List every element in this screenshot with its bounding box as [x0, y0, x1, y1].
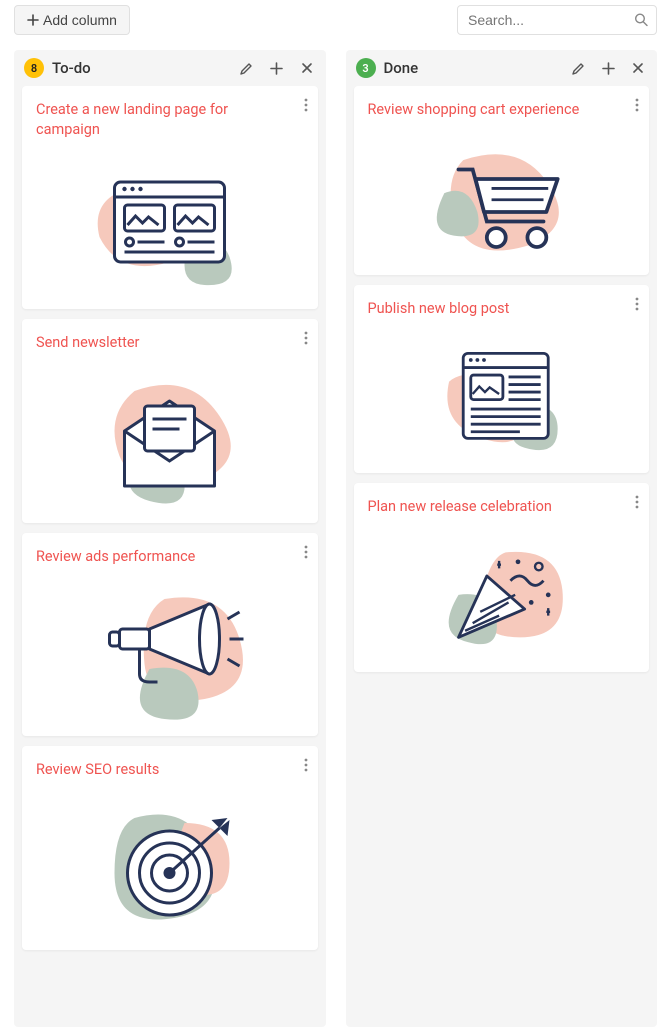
column-title: To-do [52, 59, 230, 77]
edit-column-icon[interactable] [238, 59, 256, 77]
card-title: Review shopping cart experience [368, 100, 636, 120]
newsletter-illustration [77, 361, 262, 511]
card-menu-icon[interactable] [304, 331, 308, 345]
card[interactable]: Publish new blog post [354, 285, 650, 474]
add-column-label: Add column [43, 12, 117, 28]
card-title: Publish new blog post [368, 299, 636, 319]
column-actions [238, 59, 316, 77]
add-card-icon[interactable] [268, 59, 286, 77]
column-header: 8 To-do [14, 50, 326, 86]
target-illustration [77, 788, 262, 938]
column-cards[interactable]: Create a new landing page for campaign S… [14, 86, 326, 1027]
cart-illustration [416, 128, 586, 263]
top-bar: Add column [14, 0, 657, 40]
card-title: Plan new release celebration [368, 497, 636, 517]
card-title: Review ads performance [36, 547, 304, 567]
card[interactable]: Send newsletter [22, 319, 318, 523]
column-count-badge: 8 [24, 58, 44, 78]
column-cards[interactable]: Review shopping cart experience Publish … [346, 86, 658, 1027]
kanban-board: 8 To-do Create a new landing page for ca… [14, 50, 657, 1027]
card-menu-icon[interactable] [304, 545, 308, 559]
card[interactable]: Review ads performance [22, 533, 318, 737]
card-menu-icon[interactable] [304, 98, 308, 112]
party-illustration [416, 525, 586, 660]
edit-column-icon[interactable] [569, 59, 587, 77]
search-icon [634, 13, 649, 28]
card-title: Create a new landing page for campaign [36, 100, 304, 139]
column-todo: 8 To-do Create a new landing page for ca… [14, 50, 326, 1027]
card-title: Send newsletter [36, 333, 304, 353]
column-title: Done [384, 59, 562, 77]
landing-page-illustration [77, 147, 262, 297]
column-actions [569, 59, 647, 77]
close-column-icon[interactable] [629, 59, 647, 77]
blog-illustration [416, 326, 586, 461]
card-menu-icon[interactable] [635, 98, 639, 112]
card[interactable]: Create a new landing page for campaign [22, 86, 318, 309]
search-box [457, 5, 657, 35]
close-column-icon[interactable] [298, 59, 316, 77]
column-header: 3 Done [346, 50, 658, 86]
card-menu-icon[interactable] [635, 297, 639, 311]
card-title: Review SEO results [36, 760, 304, 780]
search-input[interactable] [457, 5, 657, 35]
add-column-button[interactable]: Add column [14, 5, 130, 35]
card[interactable]: Review shopping cart experience [354, 86, 650, 275]
add-card-icon[interactable] [599, 59, 617, 77]
card[interactable]: Plan new release celebration [354, 483, 650, 672]
card[interactable]: Review SEO results [22, 746, 318, 950]
card-menu-icon[interactable] [304, 758, 308, 772]
megaphone-illustration [77, 574, 262, 724]
column-done: 3 Done Review shopping cart experience P… [346, 50, 658, 1027]
card-menu-icon[interactable] [635, 495, 639, 509]
column-count-badge: 3 [356, 58, 376, 78]
plus-icon [27, 14, 39, 26]
